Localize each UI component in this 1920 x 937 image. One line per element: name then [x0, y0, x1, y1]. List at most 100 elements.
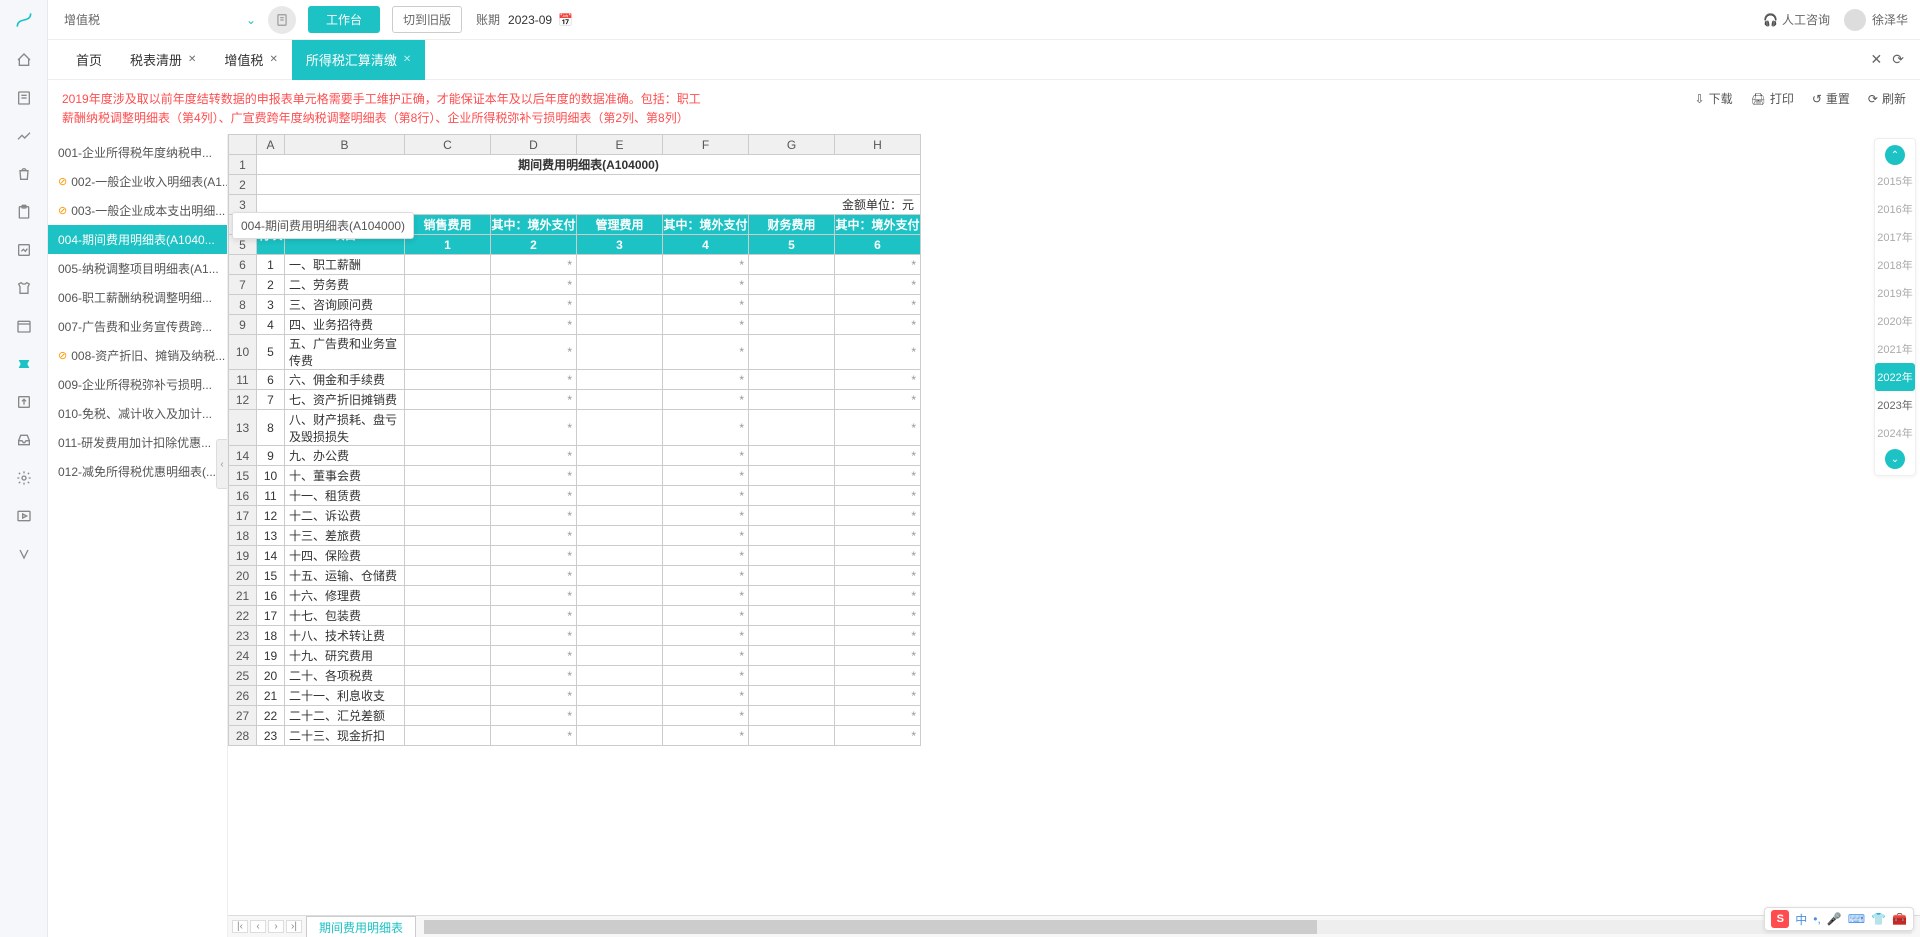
cell-item[interactable]: 一、职工薪酬	[285, 255, 405, 275]
data-cell[interactable]: *	[835, 606, 921, 626]
nav-doc-icon[interactable]	[14, 88, 34, 108]
data-cell[interactable]	[749, 726, 835, 746]
tab[interactable]: 所得税汇算清缴✕	[292, 40, 425, 80]
form-list-item[interactable]: ⊘003-一般企业成本支出明细...	[48, 196, 227, 225]
data-cell[interactable]	[405, 626, 491, 646]
data-cell[interactable]: *	[491, 686, 577, 706]
data-cell[interactable]: *	[491, 626, 577, 646]
data-cell[interactable]: *	[835, 706, 921, 726]
data-cell[interactable]: *	[663, 726, 749, 746]
cell-rownum[interactable]: 12	[257, 506, 285, 526]
data-cell[interactable]: *	[663, 486, 749, 506]
sheet-tab[interactable]: 期间费用明细表	[306, 916, 416, 937]
row-header[interactable]: 21	[229, 586, 257, 606]
col-header[interactable]: H	[835, 135, 921, 155]
data-cell[interactable]	[749, 370, 835, 390]
cell-rownum[interactable]: 11	[257, 486, 285, 506]
user-menu[interactable]: 徐泽华	[1844, 9, 1908, 31]
cell-item[interactable]: 二十三、现金折扣	[285, 726, 405, 746]
data-cell[interactable]	[749, 275, 835, 295]
data-cell[interactable]	[577, 410, 663, 446]
data-cell[interactable]	[405, 315, 491, 335]
data-cell[interactable]	[749, 666, 835, 686]
data-cell[interactable]	[405, 390, 491, 410]
col-header[interactable]: E	[577, 135, 663, 155]
data-cell[interactable]	[405, 666, 491, 686]
data-cell[interactable]: *	[491, 726, 577, 746]
cell-item[interactable]: 十五、运输、仓储费	[285, 566, 405, 586]
data-cell[interactable]	[749, 646, 835, 666]
cell-rownum[interactable]: 9	[257, 446, 285, 466]
cell-rownum[interactable]: 22	[257, 706, 285, 726]
data-cell[interactable]	[577, 390, 663, 410]
data-cell[interactable]	[749, 686, 835, 706]
row-header[interactable]: 15	[229, 466, 257, 486]
data-cell[interactable]	[577, 255, 663, 275]
data-cell[interactable]	[577, 566, 663, 586]
collapse-handle[interactable]: ‹	[216, 439, 228, 489]
data-cell[interactable]: *	[835, 370, 921, 390]
data-cell[interactable]: *	[663, 335, 749, 370]
row-header[interactable]: 16	[229, 486, 257, 506]
data-cell[interactable]: *	[663, 706, 749, 726]
form-list-item[interactable]: 001-企业所得税年度纳税申...	[48, 138, 227, 167]
old-version-button[interactable]: 切到旧版	[392, 6, 462, 33]
refresh-button[interactable]: ⟳刷新	[1868, 90, 1906, 107]
cell-item[interactable]: 四、业务招待费	[285, 315, 405, 335]
data-cell[interactable]	[749, 295, 835, 315]
nav-clipboard-icon[interactable]	[14, 202, 34, 222]
row-header[interactable]: 12	[229, 390, 257, 410]
close-icon[interactable]: ✕	[188, 54, 196, 65]
data-cell[interactable]	[749, 706, 835, 726]
data-cell[interactable]	[405, 255, 491, 275]
data-cell[interactable]: *	[663, 606, 749, 626]
row-header[interactable]: 26	[229, 686, 257, 706]
data-cell[interactable]: *	[491, 706, 577, 726]
data-cell[interactable]	[577, 646, 663, 666]
print-button[interactable]: 🖨打印	[1751, 90, 1794, 107]
sheet-nav-last[interactable]: ›|	[286, 920, 302, 933]
row-header[interactable]: 23	[229, 626, 257, 646]
data-cell[interactable]	[749, 586, 835, 606]
data-cell[interactable]	[749, 335, 835, 370]
data-cell[interactable]: *	[835, 255, 921, 275]
cell-rownum[interactable]: 14	[257, 546, 285, 566]
nav-calendar-icon[interactable]	[14, 316, 34, 336]
data-cell[interactable]: *	[663, 586, 749, 606]
data-cell[interactable]	[577, 626, 663, 646]
data-cell[interactable]	[749, 390, 835, 410]
horizontal-scrollbar[interactable]	[424, 920, 1912, 934]
data-cell[interactable]: *	[663, 390, 749, 410]
year-item[interactable]: 2017年	[1875, 223, 1915, 251]
data-cell[interactable]: *	[835, 726, 921, 746]
data-cell[interactable]: *	[663, 255, 749, 275]
row-header[interactable]: 6	[229, 255, 257, 275]
data-cell[interactable]: *	[663, 646, 749, 666]
nav-video-icon[interactable]	[14, 506, 34, 526]
data-cell[interactable]	[749, 410, 835, 446]
row-header[interactable]: 13	[229, 410, 257, 446]
nav-tax-icon[interactable]	[14, 354, 34, 374]
tab[interactable]: 首页	[62, 40, 116, 80]
data-cell[interactable]: *	[491, 370, 577, 390]
data-cell[interactable]	[577, 446, 663, 466]
data-cell[interactable]	[405, 486, 491, 506]
data-cell[interactable]: *	[491, 335, 577, 370]
close-icon[interactable]: ✕	[403, 54, 411, 65]
data-cell[interactable]: *	[491, 466, 577, 486]
year-item[interactable]: 2022年	[1875, 363, 1915, 391]
data-cell[interactable]: *	[835, 666, 921, 686]
tab-refresh-icon[interactable]: ⟳	[1892, 51, 1904, 68]
form-list-item[interactable]: ⊘002-一般企业收入明细表(A1...	[48, 167, 227, 196]
row-header[interactable]: 19	[229, 546, 257, 566]
data-cell[interactable]: *	[663, 566, 749, 586]
row-header[interactable]: 11	[229, 370, 257, 390]
nav-home-icon[interactable]	[14, 50, 34, 70]
cell-item[interactable]: 二、劳务费	[285, 275, 405, 295]
nav-settings-icon[interactable]	[14, 468, 34, 488]
data-cell[interactable]: *	[491, 526, 577, 546]
data-cell[interactable]	[405, 646, 491, 666]
calendar-icon[interactable]: 📅	[558, 13, 573, 27]
cell-item[interactable]: 二十二、汇兑差额	[285, 706, 405, 726]
data-cell[interactable]	[749, 566, 835, 586]
